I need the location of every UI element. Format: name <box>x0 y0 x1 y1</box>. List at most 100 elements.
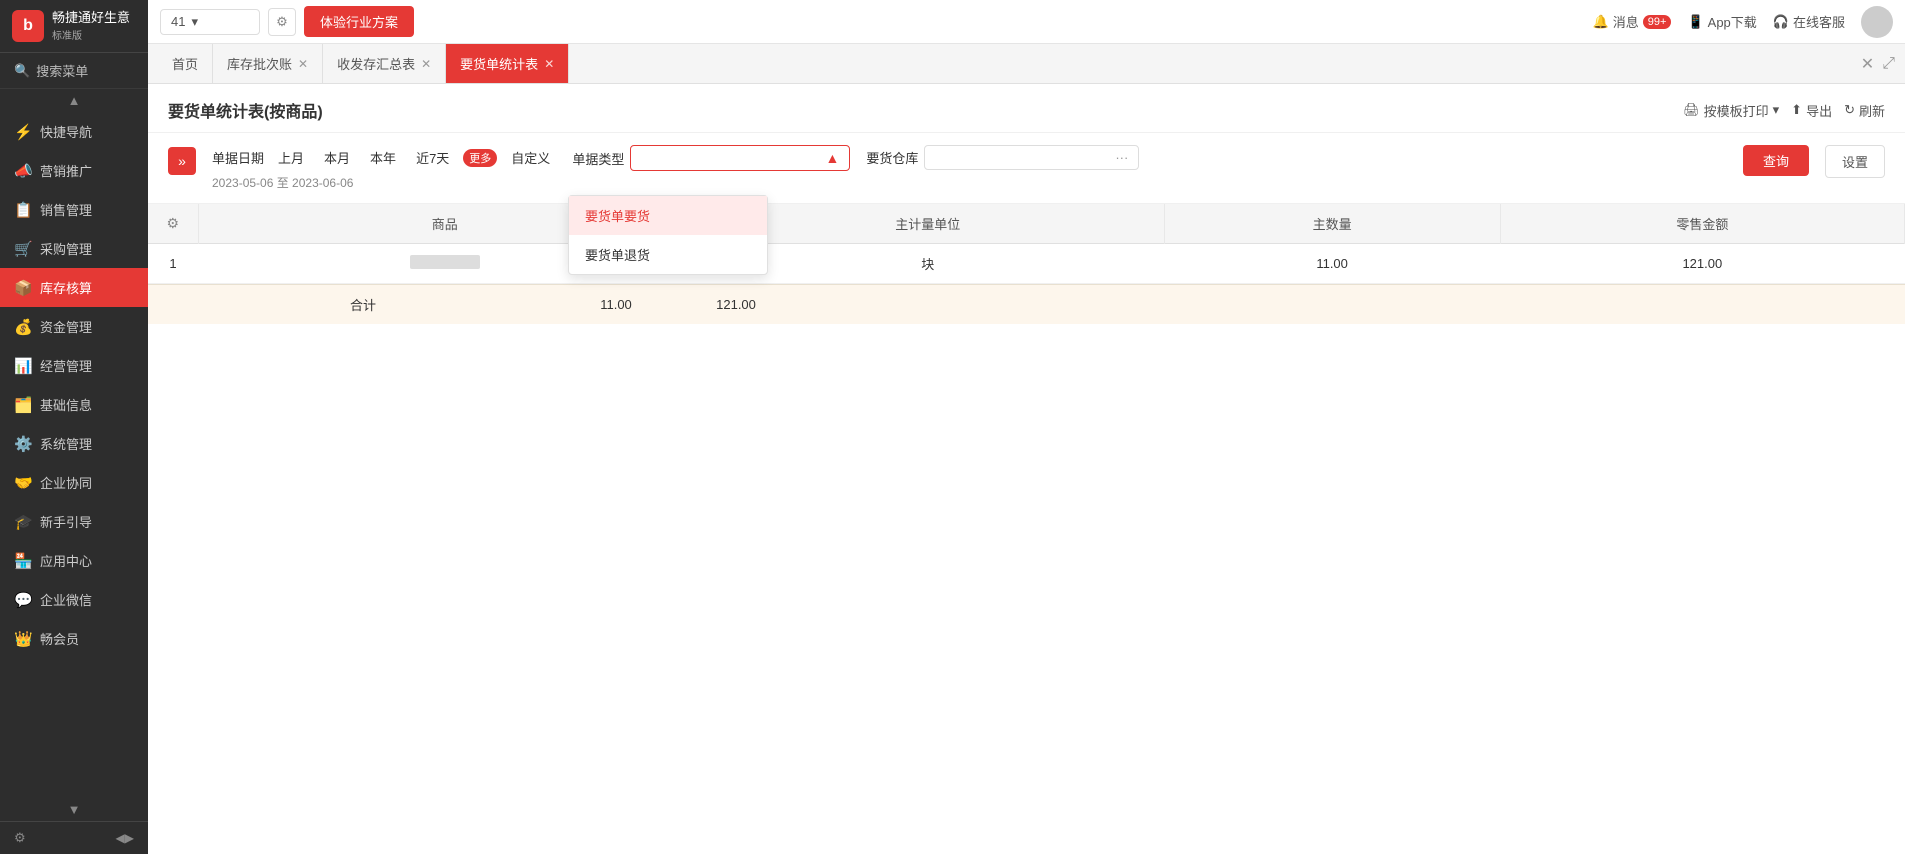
sidebar-item-shortcut[interactable]: ⚡ 快捷导航 <box>0 112 148 151</box>
tab-label: 要货单统计表 <box>460 54 538 73</box>
chevron-up-icon[interactable]: ▲ <box>825 150 839 166</box>
date-filter-label: 单据日期 <box>212 148 264 167</box>
notification-badge: 99+ <box>1643 15 1672 29</box>
sidebar-collapse-icon[interactable]: ◀▶ <box>116 831 134 845</box>
sidebar-item-sales[interactable]: 📋 销售管理 <box>0 190 148 229</box>
date-option-current[interactable]: 本月 <box>318 145 356 170</box>
notification-label: 消息 <box>1613 12 1639 31</box>
expand-icon: » <box>178 153 186 169</box>
main-area: 41 ▾ ⚙ 体验行业方案 🔔 消息 99+ 📱 App下载 🎧 在线客服 <box>148 0 1905 854</box>
sidebar-item-label: 企业协同 <box>40 473 92 492</box>
sidebar-search-label: 搜索菜单 <box>36 61 88 80</box>
tab-close-icon[interactable]: ✕ <box>544 57 554 71</box>
online-service-label: 在线客服 <box>1793 12 1845 31</box>
dropdown-item-order[interactable]: 要货单要货 <box>569 196 767 235</box>
type-filter-input[interactable] <box>641 151 825 166</box>
user-avatar[interactable] <box>1861 6 1893 38</box>
sidebar-item-marketing[interactable]: 📣 营销推广 <box>0 151 148 190</box>
product-blurred <box>410 255 480 269</box>
date-more-badge[interactable]: 更多 <box>463 149 497 167</box>
sidebar-item-label: 新手引导 <box>40 512 92 531</box>
operations-icon: 📊 <box>14 357 32 375</box>
table-header-row: ⚙ 商品 主计量单位 主数量 零售金额 <box>148 204 1905 244</box>
tab-receive[interactable]: 收发存汇总表 ✕ <box>323 44 446 83</box>
filter-expand-button[interactable]: » <box>168 147 196 175</box>
sidebar-item-member[interactable]: 👑 畅会员 <box>0 619 148 658</box>
sidebar-item-label: 销售管理 <box>40 200 92 219</box>
warehouse-filter-input-container[interactable]: ··· <box>924 145 1139 170</box>
tab-home[interactable]: 首页 <box>158 44 213 83</box>
sidebar-scroll-down[interactable]: ▼ <box>0 798 148 821</box>
tab-requisition[interactable]: 要货单统计表 ✕ <box>446 44 569 83</box>
sidebar-settings-icon[interactable]: ⚙ <box>14 830 26 846</box>
sidebar-item-finance[interactable]: 💰 资金管理 <box>0 307 148 346</box>
sidebar-search[interactable]: 🔍 搜索菜单 <box>0 53 148 89</box>
page-title: 要货单统计表(按商品) <box>168 98 323 122</box>
sidebar-item-label: 基础信息 <box>40 395 92 414</box>
sidebar-item-guide[interactable]: 🎓 新手引导 <box>0 502 148 541</box>
date-option-custom[interactable]: 自定义 <box>505 145 556 170</box>
sidebar-item-operations[interactable]: 📊 经营管理 <box>0 346 148 385</box>
tab-close-icon[interactable]: ✕ <box>298 57 308 71</box>
enterprise-icon: 🤝 <box>14 474 32 492</box>
date-range-text: 2023-05-06 至 2023-06-06 <box>212 174 556 191</box>
member-icon: 👑 <box>14 630 32 648</box>
dropdown-item-return[interactable]: 要货单退货 <box>569 235 767 274</box>
tabs-right-buttons: ✕ ⤢ <box>1861 54 1895 74</box>
date-option-7days[interactable]: 近7天 <box>410 145 455 170</box>
setting-button[interactable]: 设置 <box>1825 145 1885 178</box>
page-content: 要货单统计表(按商品) 🖨 按模板打印 ▾ ⬆ 导出 ↻ 刷新 <box>148 84 1905 854</box>
sidebar-item-label: 经营管理 <box>40 356 92 375</box>
warehouse-filter-input[interactable] <box>935 150 1111 165</box>
type-filter-input-container[interactable]: ▲ <box>630 145 850 171</box>
logo-sub: 标准版 <box>52 27 130 42</box>
col-amount: 零售金额 <box>1500 204 1904 244</box>
query-button[interactable]: 查询 <box>1743 145 1809 176</box>
sidebar-item-label: 企业微信 <box>40 590 92 609</box>
app-download-item[interactable]: 📱 App下载 <box>1687 12 1756 31</box>
print-action[interactable]: 🖨 按模板打印 ▾ <box>1683 101 1779 120</box>
sidebar-scroll-up[interactable]: ▲ <box>0 89 148 112</box>
date-option-up[interactable]: 上月 <box>272 145 310 170</box>
more-options-icon[interactable]: ··· <box>1115 150 1128 165</box>
table-settings-icon[interactable]: ⚙ <box>166 215 179 231</box>
tab-label: 收发存汇总表 <box>337 54 415 73</box>
refresh-label: 刷新 <box>1859 101 1885 120</box>
search-icon: 🔍 <box>14 63 30 79</box>
tab-close-icon[interactable]: ✕ <box>421 57 431 71</box>
sidebar-item-basic[interactable]: 🗂️ 基础信息 <box>0 385 148 424</box>
topbar-selector[interactable]: 41 ▾ <box>160 9 260 35</box>
tab-maximize-icon[interactable]: ⤢ <box>1882 55 1895 73</box>
sidebar-item-label: 系统管理 <box>40 434 92 453</box>
inventory-icon: 📦 <box>14 279 32 297</box>
logo-title: 畅捷通好生意 <box>52 10 130 27</box>
tab-close-all-icon[interactable]: ✕ <box>1861 54 1874 74</box>
sidebar-item-system[interactable]: ⚙️ 系统管理 <box>0 424 148 463</box>
print-label: 按模板打印 <box>1704 101 1769 120</box>
warehouse-filter-label: 要货仓库 <box>866 148 918 167</box>
online-service-item[interactable]: 🎧 在线客服 <box>1773 12 1845 31</box>
footer-label: 合计 <box>160 295 376 314</box>
marketing-icon: 📣 <box>14 162 32 180</box>
refresh-action[interactable]: ↻ 刷新 <box>1844 101 1885 120</box>
sidebar-item-wechat[interactable]: 💬 企业微信 <box>0 580 148 619</box>
purchase-icon: 🛒 <box>14 240 32 258</box>
topbar-gear-button[interactable]: ⚙ <box>268 8 296 36</box>
selector-value: 41 <box>171 14 185 29</box>
tab-batch[interactable]: 库存批次账 ✕ <box>213 44 323 83</box>
trial-btn[interactable]: 体验行业方案 <box>304 6 414 37</box>
cell-qty: 11.00 <box>1164 244 1500 284</box>
dropdown-item-label: 要货单退货 <box>585 248 650 263</box>
table-footer: 合计 11.00 121.00 <box>148 284 1905 324</box>
notification-item[interactable]: 🔔 消息 99+ <box>1593 12 1672 31</box>
gear-icon: ⚙ <box>276 14 288 30</box>
sidebar-item-purchase[interactable]: 🛒 采购管理 <box>0 229 148 268</box>
export-action[interactable]: ⬆ 导出 <box>1791 101 1832 120</box>
date-option-year[interactable]: 本年 <box>364 145 402 170</box>
sidebar-item-inventory[interactable]: 📦 库存核算 <box>0 268 148 307</box>
sidebar-item-appstore[interactable]: 🏪 应用中心 <box>0 541 148 580</box>
dropdown-item-label: 要货单要货 <box>585 209 650 224</box>
filter-bar: » 单据日期 上月 本月 本年 近7天 更多 自定义 2023-05-06 至 … <box>148 133 1905 204</box>
sidebar-item-enterprise[interactable]: 🤝 企业协同 <box>0 463 148 502</box>
tabs-bar: 首页 库存批次账 ✕ 收发存汇总表 ✕ 要货单统计表 ✕ ✕ ⤢ <box>148 44 1905 84</box>
